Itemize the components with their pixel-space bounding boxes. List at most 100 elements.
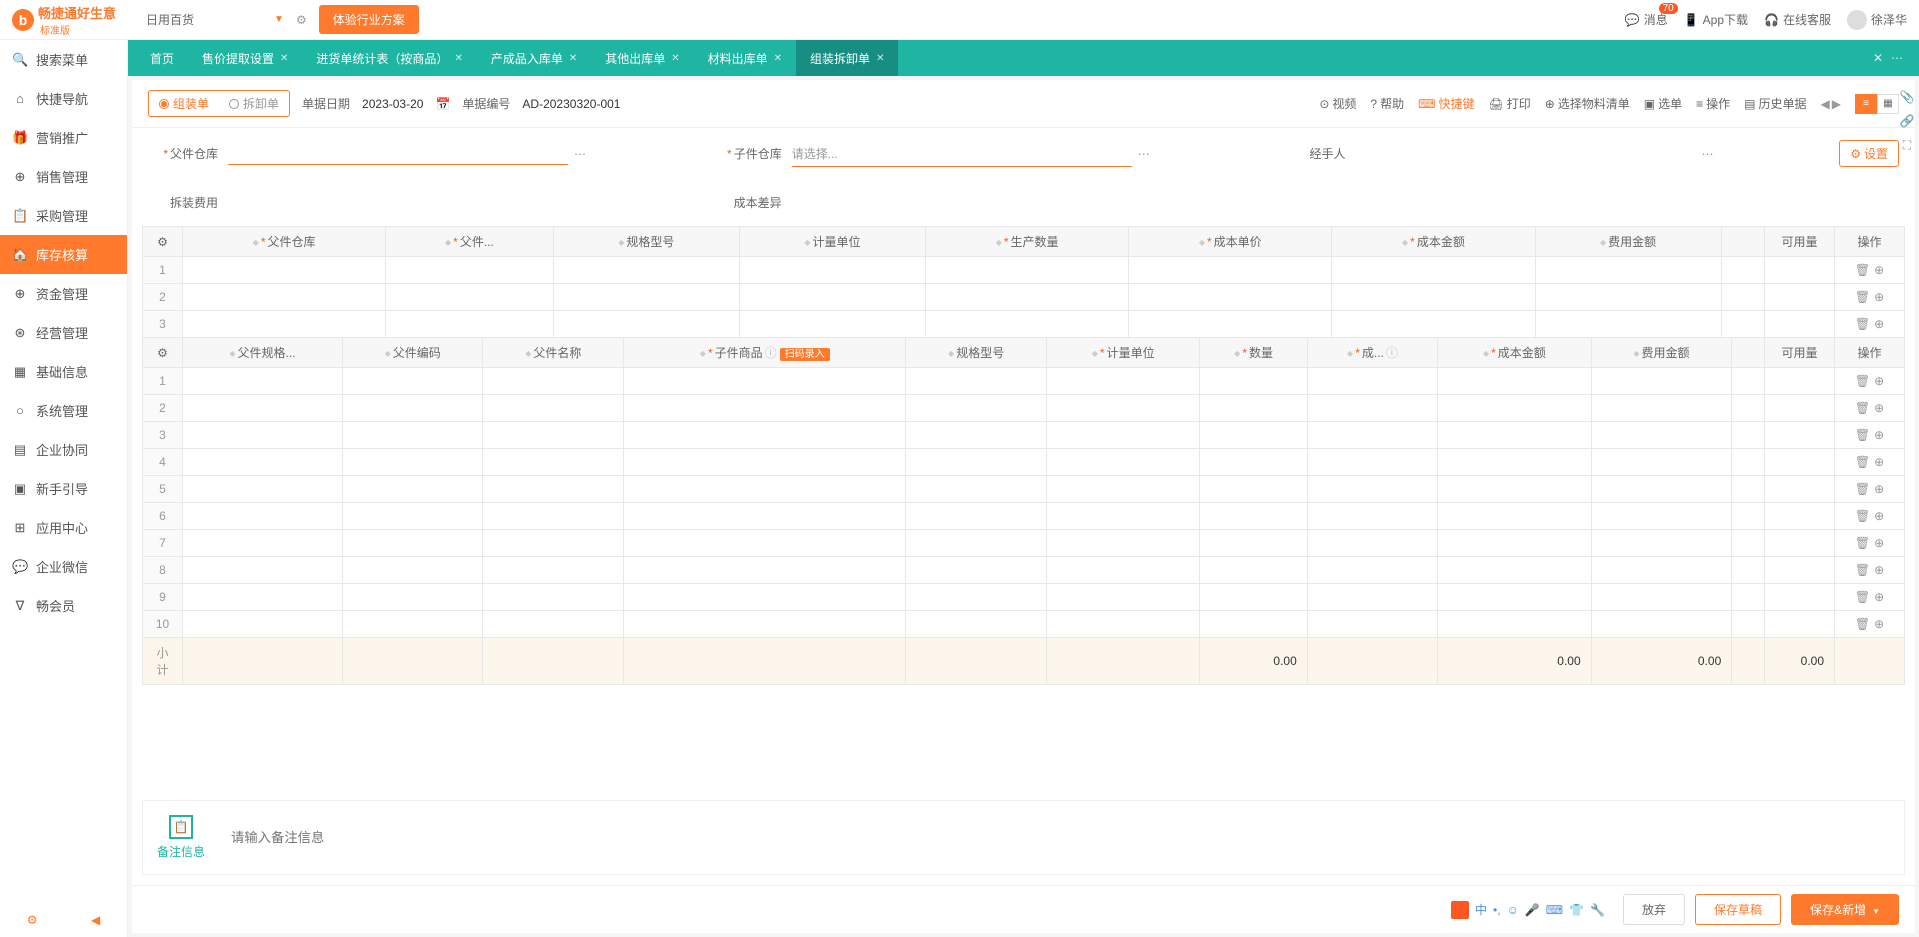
- cell[interactable]: [1307, 422, 1437, 449]
- cell[interactable]: [483, 368, 624, 395]
- cell[interactable]: [624, 611, 906, 638]
- toolbox-icon[interactable]: 🔧: [1590, 903, 1605, 917]
- col-header[interactable]: ◆规格型号: [906, 338, 1047, 368]
- copy-icon[interactable]: ⊕: [1874, 455, 1884, 469]
- cell[interactable]: [483, 530, 624, 557]
- cell[interactable]: [1046, 422, 1199, 449]
- sidebar-item[interactable]: 🎁营销推广: [0, 118, 127, 157]
- delete-icon[interactable]: 🗑: [1855, 263, 1870, 277]
- cell[interactable]: [553, 257, 739, 284]
- gear-col[interactable]: ⚙: [143, 338, 183, 368]
- cell[interactable]: [1591, 476, 1732, 503]
- sidebar-item[interactable]: ▦基础信息: [0, 352, 127, 391]
- cell[interactable]: [1438, 422, 1591, 449]
- sidebar-item[interactable]: ⊛经营管理: [0, 313, 127, 352]
- delete-icon[interactable]: 🗑: [1855, 590, 1870, 604]
- cell[interactable]: [183, 584, 343, 611]
- tab[interactable]: 产成品入库单✕: [477, 40, 591, 76]
- delete-icon[interactable]: 🗑: [1855, 455, 1870, 469]
- lang-icon[interactable]: 中: [1475, 901, 1487, 918]
- copy-icon[interactable]: ⊕: [1874, 563, 1884, 577]
- cell[interactable]: [1046, 530, 1199, 557]
- cell[interactable]: [553, 311, 739, 338]
- col-header[interactable]: ◆规格型号: [553, 227, 739, 257]
- try-solution-button[interactable]: 体验行业方案: [319, 5, 419, 34]
- cell[interactable]: [1438, 611, 1591, 638]
- delete-icon[interactable]: 🗑: [1855, 563, 1870, 577]
- cell[interactable]: [906, 584, 1047, 611]
- cell[interactable]: [1046, 611, 1199, 638]
- col-header[interactable]: ◆*成本金额: [1332, 227, 1535, 257]
- handler-picker[interactable]: ⋯: [1701, 147, 1713, 161]
- cell[interactable]: [183, 422, 343, 449]
- cell[interactable]: [483, 449, 624, 476]
- cell[interactable]: [1046, 368, 1199, 395]
- operate-link[interactable]: ≡ 操作: [1696, 95, 1730, 112]
- select-order-link[interactable]: ▣ 选单: [1644, 95, 1682, 112]
- cell[interactable]: [624, 368, 906, 395]
- cell[interactable]: [483, 611, 624, 638]
- tab-more-button[interactable]: ⋯: [1891, 51, 1903, 65]
- save-new-button[interactable]: 保存&新增▼: [1791, 894, 1899, 925]
- hotkey-link[interactable]: ⌨ 快捷键: [1418, 95, 1474, 112]
- note-icon[interactable]: 📎: [1900, 90, 1915, 104]
- cell[interactable]: [1591, 611, 1732, 638]
- cell[interactable]: [1591, 422, 1732, 449]
- child-wh-input[interactable]: 请选择...: [792, 141, 1132, 167]
- cell[interactable]: [1535, 284, 1721, 311]
- cell[interactable]: [342, 476, 483, 503]
- cell[interactable]: [1332, 257, 1535, 284]
- col-header[interactable]: ◆计量单位: [739, 227, 925, 257]
- delete-icon[interactable]: 🗑: [1855, 617, 1870, 631]
- cell[interactable]: [342, 557, 483, 584]
- tab[interactable]: 售价提取设置✕: [188, 40, 302, 76]
- cell[interactable]: [1046, 584, 1199, 611]
- copy-icon[interactable]: ⊕: [1874, 590, 1884, 604]
- date-value[interactable]: 2023-03-20: [362, 97, 423, 111]
- link-icon[interactable]: 🔗: [1900, 114, 1915, 128]
- user-menu[interactable]: 徐泽华: [1847, 10, 1907, 30]
- discard-button[interactable]: 放弃: [1623, 894, 1685, 925]
- history-link[interactable]: ▤ 历史单据: [1744, 95, 1806, 112]
- cell[interactable]: [1046, 503, 1199, 530]
- tab-close-icon[interactable]: ✕: [454, 53, 462, 64]
- help-link[interactable]: ? 帮助: [1370, 95, 1404, 112]
- copy-icon[interactable]: ⊕: [1874, 374, 1884, 388]
- sidebar-item[interactable]: 📋采购管理: [0, 196, 127, 235]
- print-link[interactable]: 🖨 打印: [1488, 95, 1530, 112]
- cell[interactable]: [1438, 584, 1591, 611]
- col-header[interactable]: ◆费用金额: [1535, 227, 1721, 257]
- copy-icon[interactable]: ⊕: [1874, 401, 1884, 415]
- copy-icon[interactable]: ⊕: [1874, 428, 1884, 442]
- cell[interactable]: [1591, 584, 1732, 611]
- delete-icon[interactable]: 🗑: [1855, 482, 1870, 496]
- cell[interactable]: [342, 368, 483, 395]
- cell[interactable]: [183, 611, 343, 638]
- sidebar-item[interactable]: ⊕销售管理: [0, 157, 127, 196]
- col-header[interactable]: ◆*生产数量: [926, 227, 1129, 257]
- messages-link[interactable]: 💬 消息 70: [1625, 11, 1668, 28]
- col-header[interactable]: ◆*父件仓库: [183, 227, 386, 257]
- settings-button[interactable]: ⚙ 设置: [1839, 140, 1899, 167]
- cell[interactable]: [342, 395, 483, 422]
- cell[interactable]: [183, 503, 343, 530]
- cell[interactable]: [1438, 476, 1591, 503]
- tab-close-icon[interactable]: ✕: [671, 53, 679, 64]
- category-select[interactable]: 日用百货 ▼: [146, 11, 284, 28]
- cell[interactable]: [1200, 584, 1307, 611]
- tab[interactable]: 进货单统计表（按商品）✕: [302, 40, 476, 76]
- cell[interactable]: [926, 257, 1129, 284]
- cell[interactable]: [1535, 311, 1721, 338]
- gear-icon[interactable]: ⚙: [296, 13, 307, 27]
- collapse-icon[interactable]: ◀: [91, 913, 100, 927]
- cell[interactable]: [906, 530, 1047, 557]
- skin-icon[interactable]: 👕: [1569, 903, 1584, 917]
- col-header[interactable]: ◆*子件商品ⓘ扫码录入: [624, 338, 906, 368]
- cell[interactable]: [1307, 530, 1437, 557]
- copy-icon[interactable]: ⊕: [1874, 263, 1884, 277]
- cell[interactable]: [1438, 368, 1591, 395]
- cell[interactable]: [1307, 584, 1437, 611]
- delete-icon[interactable]: 🗑: [1855, 401, 1870, 415]
- cell[interactable]: [386, 311, 554, 338]
- cell[interactable]: [183, 476, 343, 503]
